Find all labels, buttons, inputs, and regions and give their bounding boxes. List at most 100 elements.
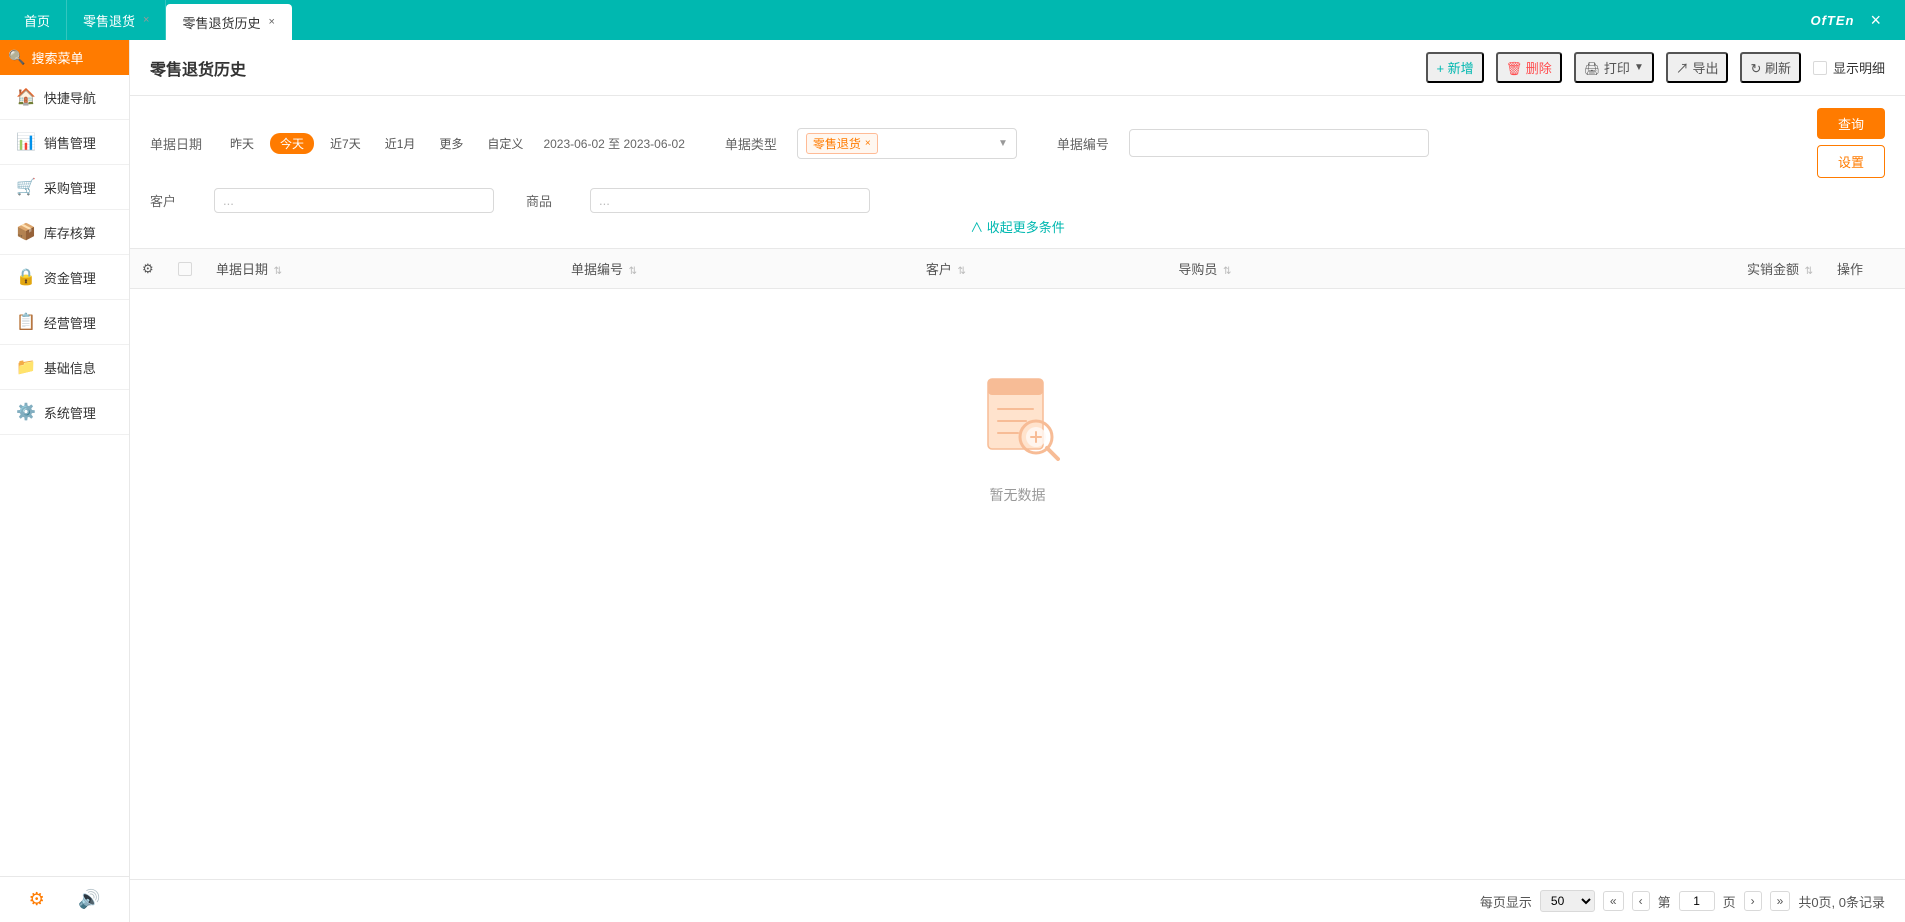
goods-filter: 商品 ... [526,188,886,213]
setting-button[interactable]: 设置 [1817,145,1885,178]
date-btn-1month[interactable]: 近1月 [377,133,424,154]
export-button[interactable]: ↗ 导出 [1666,52,1729,83]
date-btn-today[interactable]: 今天 [270,133,314,154]
th-settings[interactable]: ⚙ [130,249,166,289]
settings-btn[interactable]: ⚙ [29,889,45,910]
show-detail-checkbox[interactable] [1813,61,1827,75]
th-checkbox[interactable] [166,249,204,289]
collapse-btn[interactable]: ∧ 收起更多条件 [150,217,1885,236]
th-amount[interactable]: 实销金额 ⇅ [1470,249,1825,289]
main-layout: 🔍 搜索菜单 🏠 快捷导航 📊 销售管理 🛒 采购管理 📦 库存核算 🔒 资金管… [0,40,1905,922]
sidebar-item-basic-info-label: 基础信息 [44,358,96,377]
add-button[interactable]: + 新增 [1426,52,1483,83]
filter-row-1: 单据日期 昨天 今天 近7天 近1月 更多 自定义 2023-06-02 至 2… [150,108,1885,178]
date-btn-custom[interactable]: 自定义 [479,133,531,154]
sidebar-bottom: ⚙ 🔊 [0,876,129,922]
empty-icon [968,369,1068,469]
purchase-mgmt-icon: 🛒 [16,177,36,197]
filter-row-2: 客户 ... 商品 ... [150,188,1885,213]
filter-area: 单据日期 昨天 今天 近7天 近1月 更多 自定义 2023-06-02 至 2… [130,96,1905,249]
tab-retail-return-history-close[interactable]: × [268,16,274,28]
window-close-btn[interactable]: × [1862,10,1889,31]
query-button[interactable]: 查询 [1817,108,1885,139]
type-tag: 零售退货 × [806,133,878,154]
goods-placeholder: ... [599,193,610,208]
th-guide[interactable]: 导购员 ⇅ [1166,249,1470,289]
last-page-btn[interactable]: » [1770,891,1791,911]
quick-nav-icon: 🏠 [16,87,36,107]
refresh-button-label: ↻ 刷新 [1750,58,1791,77]
sidebar-item-inventory[interactable]: 📦 库存核算 [0,210,129,255]
collapse-label: ∧ 收起更多条件 [970,217,1065,236]
volume-btn[interactable]: 🔊 [78,889,100,910]
sidebar-item-finance[interactable]: 🔒 资金管理 [0,255,129,300]
customer-filter: 客户 ... [150,188,510,213]
add-button-label: + 新增 [1436,58,1473,77]
next-page-btn[interactable]: › [1744,891,1762,911]
page-label: 页 [1723,892,1736,911]
header-actions: + 新增 🗑 删除 🖨 打印 ▼ ↗ 导出 ↻ 刷新 显示明细 [1426,52,1885,83]
sidebar-item-operations-label: 经营管理 [44,313,96,332]
first-page-btn[interactable]: « [1603,891,1624,911]
sidebar-item-quick-nav[interactable]: 🏠 快捷导航 [0,75,129,120]
sidebar-item-quick-nav-label: 快捷导航 [44,88,96,107]
tab-retail-return[interactable]: 零售退货 × [67,0,166,40]
system-mgmt-icon: ⚙️ [16,402,36,422]
sidebar-item-inventory-label: 库存核算 [44,223,96,242]
empty-state: 暂无数据 [130,289,1905,585]
customer-sort-icon: ⇅ [958,266,966,277]
type-chevron-icon: ▼ [998,138,1008,149]
brand-name: OfTEn [1810,13,1854,28]
number-sort-icon: ⇅ [629,266,637,277]
sidebar-item-purchase-mgmt[interactable]: 🛒 采购管理 [0,165,129,210]
prev-page-btn[interactable]: ‹ [1632,891,1650,911]
date-filters: 昨天 今天 近7天 近1月 更多 自定义 2023-06-02 至 2023-0… [222,133,685,154]
page-word: 第 [1658,892,1671,911]
sidebar-item-system-mgmt[interactable]: ⚙️ 系统管理 [0,390,129,435]
th-action: 操作 [1825,249,1905,289]
print-button[interactable]: 🖨 打印 ▼ [1574,52,1654,83]
delete-button-label: 🗑 删除 [1506,58,1552,77]
date-btn-more[interactable]: 更多 [431,133,471,154]
search-bar[interactable]: 🔍 搜索菜单 [0,40,129,75]
delete-button[interactable]: 🗑 删除 [1496,52,1562,83]
search-bar-label: 搜索菜单 [31,48,83,67]
date-sort-icon: ⇅ [274,266,282,277]
goods-input[interactable]: ... [590,188,870,213]
finance-icon: 🔒 [16,267,36,287]
th-number[interactable]: 单据编号 ⇅ [559,249,914,289]
sidebar-item-sales-mgmt[interactable]: 📊 销售管理 [0,120,129,165]
total-records: 共0页, 0条记录 [1798,892,1885,911]
tab-retail-return-label: 零售退货 [83,11,135,30]
type-tag-close[interactable]: × [865,138,871,149]
sidebar-item-purchase-mgmt-label: 采购管理 [44,178,96,197]
top-bar-right: OfTEn × [1810,10,1905,31]
type-select[interactable]: 零售退货 × ▼ [797,128,1017,159]
customer-placeholder: ... [223,193,234,208]
sidebar-item-basic-info[interactable]: 📁 基础信息 [0,345,129,390]
th-number-label: 单据编号 [571,262,623,277]
date-range-display: 2023-06-02 至 2023-06-02 [543,135,684,152]
refresh-button[interactable]: ↻ 刷新 [1740,52,1801,83]
print-chevron-icon: ▼ [1634,62,1644,73]
settings-icon[interactable]: ⚙ [142,261,154,276]
th-date[interactable]: 单据日期 ⇅ [204,249,559,289]
select-all-checkbox[interactable] [178,262,192,276]
customer-label: 客户 [150,191,206,210]
th-customer[interactable]: 客户 ⇅ [914,249,1166,289]
current-page-input[interactable] [1679,891,1715,911]
tab-retail-return-close[interactable]: × [143,14,149,26]
tab-home[interactable]: 首页 [8,0,67,40]
empty-text: 暂无数据 [990,485,1046,505]
number-input[interactable] [1129,129,1429,157]
filter-right-buttons: 查询 设置 [1817,108,1885,178]
date-btn-yesterday[interactable]: 昨天 [222,133,262,154]
customer-input[interactable]: ... [214,188,494,213]
per-page-select[interactable]: 50 100 [1540,890,1595,912]
tab-retail-return-history[interactable]: 零售退货历史 × [166,4,291,40]
sidebar-item-operations[interactable]: 📋 经营管理 [0,300,129,345]
page-title: 零售退货历史 [150,56,246,80]
sales-mgmt-icon: 📊 [16,132,36,152]
tab-home-label: 首页 [24,11,50,30]
date-btn-7days[interactable]: 近7天 [322,133,369,154]
